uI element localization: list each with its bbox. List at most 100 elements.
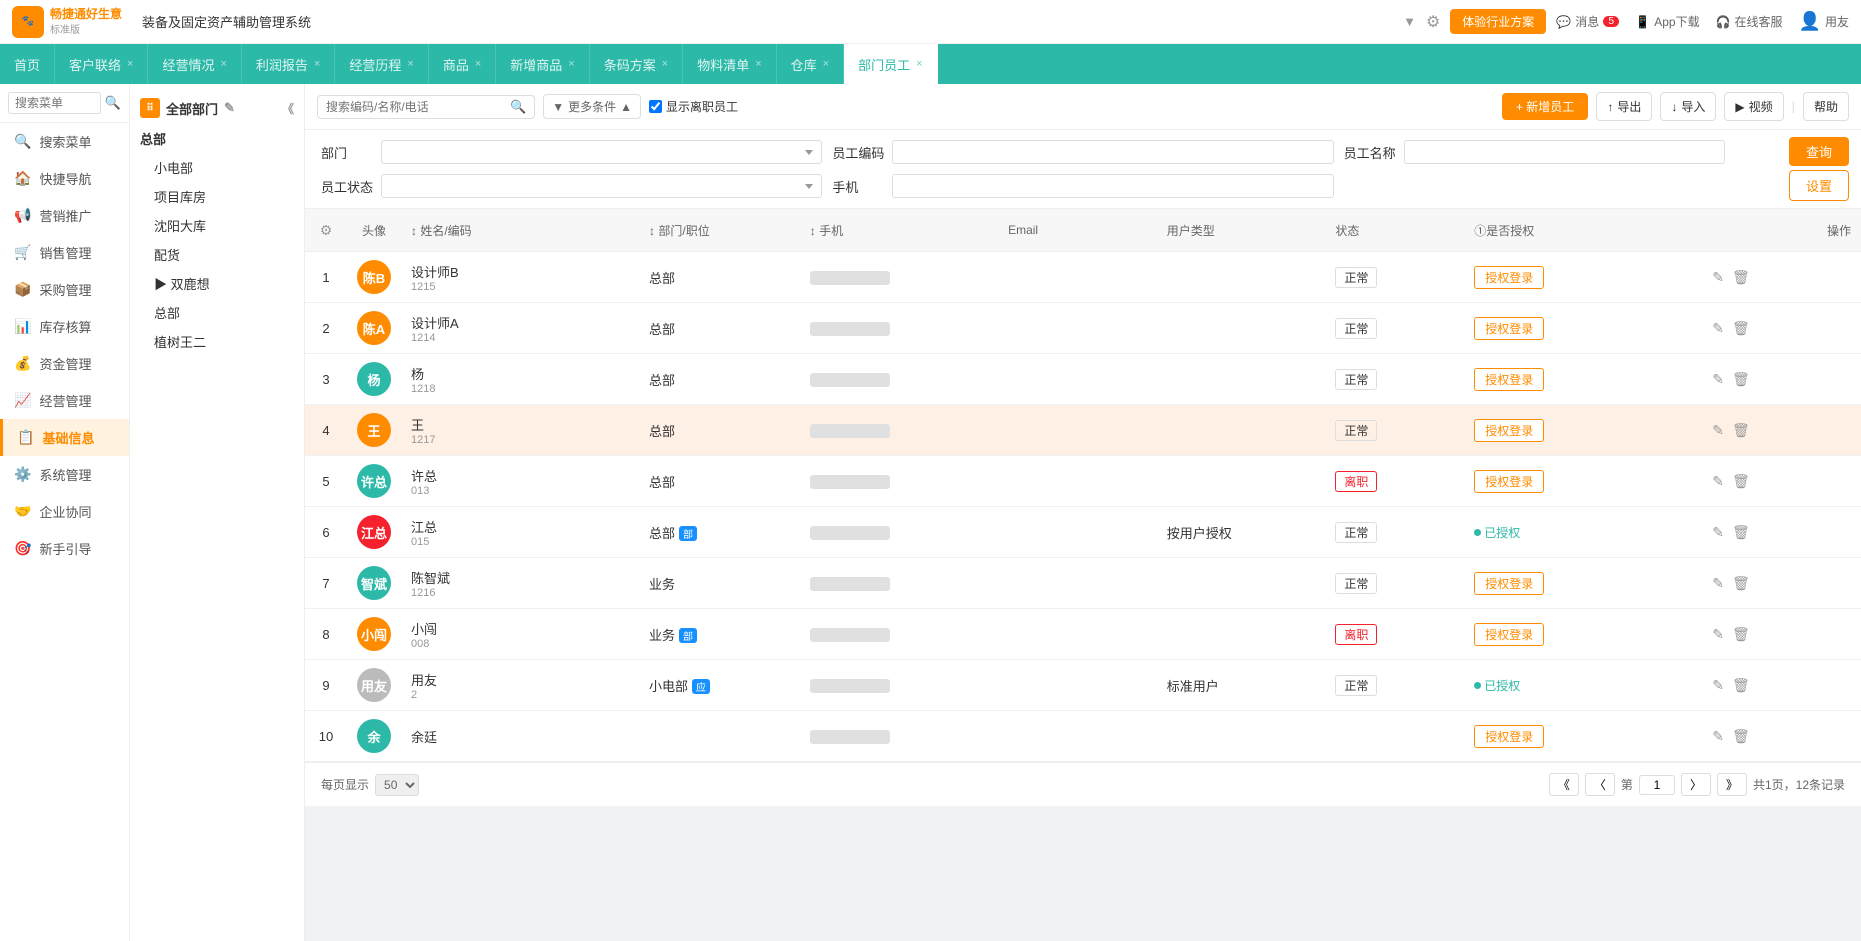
tree-node[interactable]: ▶ 双鹿想	[130, 269, 304, 298]
nav-tab-close-icon[interactable]: ×	[662, 58, 668, 70]
nav-tab-close-icon[interactable]: ×	[475, 58, 481, 70]
last-page-btn[interactable]: 》	[1717, 773, 1747, 796]
search-icon[interactable]: 🔍	[510, 99, 526, 115]
message-btn[interactable]: 💬 消息 5	[1556, 13, 1619, 30]
nav-tab-经营历程[interactable]: 经营历程×	[335, 44, 428, 84]
sidebar-search-input[interactable]	[8, 92, 101, 114]
show-resigned-label[interactable]: 显示离职员工	[649, 98, 738, 115]
auth-login-btn[interactable]: 授权登录	[1474, 725, 1544, 748]
nav-tab-部门员工[interactable]: 部门员工×	[844, 44, 937, 84]
search-btn[interactable]: 查询	[1789, 137, 1849, 166]
edit-icon[interactable]: ✎	[1712, 371, 1724, 388]
auth-login-btn[interactable]: 授权登录	[1474, 419, 1544, 442]
auth-login-btn[interactable]: 授权登录	[1474, 266, 1544, 289]
add-employee-btn[interactable]: + 新增员工	[1502, 93, 1588, 120]
tree-node[interactable]: 总部	[130, 298, 304, 327]
nav-tab-新增商品[interactable]: 新增商品×	[496, 44, 589, 84]
view-btn[interactable]: ▶ 视频	[1724, 92, 1783, 121]
dept-select[interactable]	[381, 140, 822, 164]
nav-tab-仓库[interactable]: 仓库×	[777, 44, 844, 84]
trial-button[interactable]: 体验行业方案	[1450, 9, 1546, 34]
nav-tab-close-icon[interactable]: ×	[568, 58, 574, 70]
help-btn[interactable]: 帮助	[1803, 92, 1849, 121]
delete-icon[interactable]: 🗑	[1732, 626, 1750, 643]
nav-tab-close-icon[interactable]: ×	[407, 58, 413, 70]
th-dept[interactable]: ↕ 部门/职位	[639, 209, 800, 252]
import-btn[interactable]: ↓ 导入	[1660, 92, 1716, 121]
delete-icon[interactable]: 🗑	[1732, 677, 1750, 694]
tree-node[interactable]: 沈阳大库	[130, 211, 304, 240]
nav-tab-close-icon[interactable]: ×	[916, 58, 922, 70]
export-btn[interactable]: ↑ 导出	[1596, 92, 1652, 121]
nav-tab-close-icon[interactable]: ×	[314, 58, 320, 70]
dropdown-arrow-icon[interactable]: ▼	[1403, 14, 1416, 29]
auth-login-btn[interactable]: 授权登录	[1474, 368, 1544, 391]
tree-edit-icon[interactable]: ✎	[224, 100, 235, 116]
nav-tab-客户联络[interactable]: 客户联络×	[55, 44, 148, 84]
edit-icon[interactable]: ✎	[1712, 422, 1724, 439]
nav-tab-close-icon[interactable]: ×	[755, 58, 761, 70]
nav-tab-首页[interactable]: 首页	[0, 44, 55, 84]
th-phone[interactable]: ↕ 手机	[800, 209, 998, 252]
tree-node[interactable]: 项目库房	[130, 182, 304, 211]
sidebar-item-快捷导航[interactable]: 🏠 快捷导航	[0, 160, 129, 197]
tree-node[interactable]: 小电部	[130, 153, 304, 182]
nav-tab-利润报告[interactable]: 利润报告×	[242, 44, 335, 84]
prev-page-btn[interactable]: 〈	[1585, 773, 1615, 796]
show-resigned-checkbox[interactable]	[649, 100, 662, 113]
sidebar-item-销售管理[interactable]: 🛒 销售管理	[0, 234, 129, 271]
sidebar-item-系统管理[interactable]: ⚙️ 系统管理	[0, 456, 129, 493]
sidebar-item-基础信息[interactable]: 📋 基础信息	[0, 419, 129, 456]
nav-tab-close-icon[interactable]: ×	[220, 58, 226, 70]
table-settings-icon[interactable]: ⚙	[315, 219, 337, 241]
sidebar-item-经营管理[interactable]: 📈 经营管理	[0, 382, 129, 419]
delete-icon[interactable]: 🗑	[1732, 728, 1750, 745]
delete-icon[interactable]: 🗑	[1732, 269, 1750, 286]
delete-icon[interactable]: 🗑	[1732, 320, 1750, 337]
sidebar-item-企业协同[interactable]: 🤝 企业协同	[0, 493, 129, 530]
emp-name-input[interactable]	[1404, 140, 1725, 164]
tree-node[interactable]: 总部	[130, 124, 304, 153]
page-num-input[interactable]	[1639, 775, 1675, 795]
nav-tab-商品[interactable]: 商品×	[429, 44, 496, 84]
delete-icon[interactable]: 🗑	[1732, 371, 1750, 388]
th-name[interactable]: ↕ 姓名/编码	[401, 209, 639, 252]
edit-icon[interactable]: ✎	[1712, 524, 1724, 541]
edit-icon[interactable]: ✎	[1712, 728, 1724, 745]
edit-icon[interactable]: ✎	[1712, 473, 1724, 490]
settings-icon[interactable]: ⚙	[1426, 12, 1440, 32]
phone-input[interactable]	[892, 174, 1333, 198]
delete-icon[interactable]: 🗑	[1732, 524, 1750, 541]
auth-login-btn[interactable]: 授权登录	[1474, 317, 1544, 340]
search-input[interactable]	[326, 100, 506, 114]
delete-icon[interactable]: 🗑	[1732, 575, 1750, 592]
edit-icon[interactable]: ✎	[1712, 320, 1724, 337]
sidebar-item-库存核算[interactable]: 📊 库存核算	[0, 308, 129, 345]
sidebar-search-icon[interactable]: 🔍	[105, 95, 121, 111]
tree-node[interactable]: 配货	[130, 240, 304, 269]
sidebar-item-新手引导[interactable]: 🎯 新手引导	[0, 530, 129, 567]
sidebar-item-营销推广[interactable]: 📢 营销推广	[0, 197, 129, 234]
edit-icon[interactable]: ✎	[1712, 626, 1724, 643]
edit-icon[interactable]: ✎	[1712, 677, 1724, 694]
delete-icon[interactable]: 🗑	[1732, 473, 1750, 490]
edit-icon[interactable]: ✎	[1712, 575, 1724, 592]
emp-code-input[interactable]	[892, 140, 1333, 164]
user-menu[interactable]: 👤 用友	[1799, 11, 1849, 32]
nav-tab-条码方案[interactable]: 条码方案×	[590, 44, 683, 84]
delete-icon[interactable]: 🗑	[1732, 422, 1750, 439]
sidebar-item-采购管理[interactable]: 📦 采购管理	[0, 271, 129, 308]
settings-btn[interactable]: 设置	[1789, 170, 1849, 201]
nav-tab-close-icon[interactable]: ×	[823, 58, 829, 70]
app-download-btn[interactable]: 📱 App下载	[1635, 13, 1699, 30]
tree-collapse-btn[interactable]: 《	[282, 100, 294, 117]
nav-tab-close-icon[interactable]: ×	[127, 58, 133, 70]
nav-tab-物料清单[interactable]: 物料清单×	[683, 44, 776, 84]
sidebar-item-搜索菜单[interactable]: 🔍 搜索菜单	[0, 123, 129, 160]
nav-tab-经营情况[interactable]: 经营情况×	[148, 44, 241, 84]
edit-icon[interactable]: ✎	[1712, 269, 1724, 286]
auth-login-btn[interactable]: 授权登录	[1474, 623, 1544, 646]
next-page-btn[interactable]: 〉	[1681, 773, 1711, 796]
tree-node[interactable]: 植树王二	[130, 327, 304, 356]
online-service-btn[interactable]: 🎧 在线客服	[1716, 13, 1783, 30]
